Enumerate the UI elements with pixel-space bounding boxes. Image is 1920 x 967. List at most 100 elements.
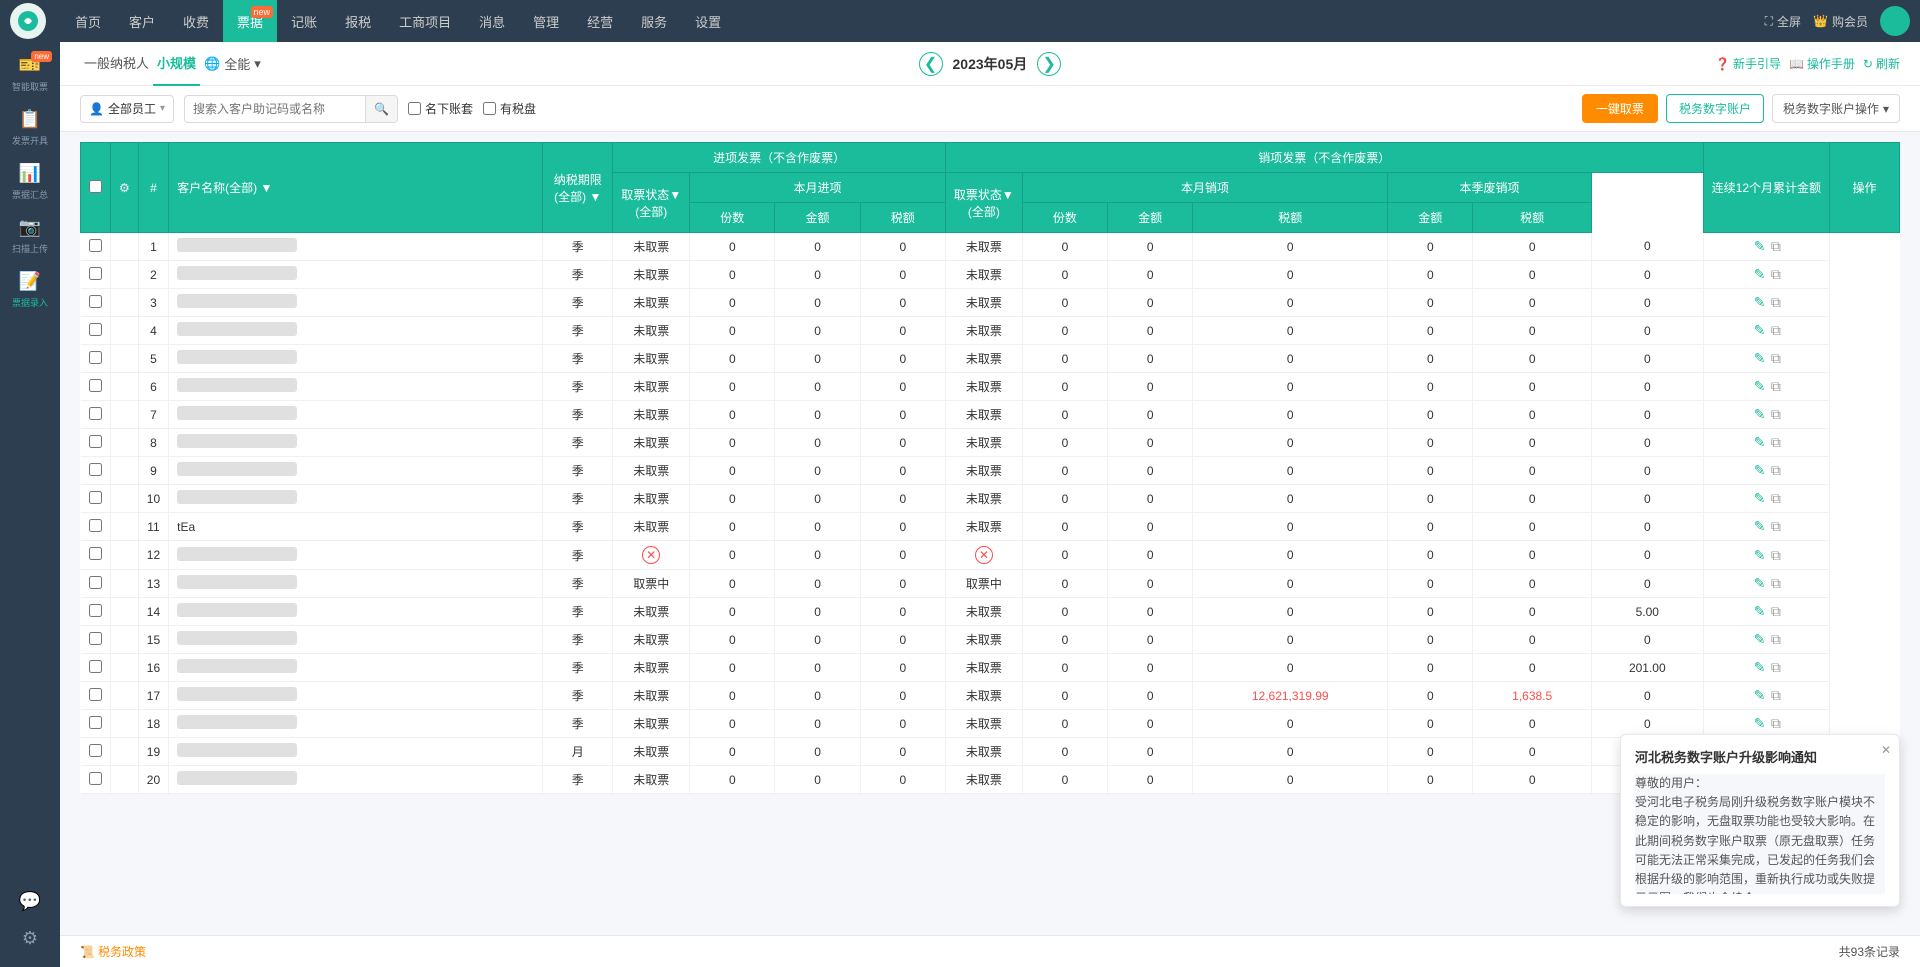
- copy-button[interactable]: ⧉: [1771, 715, 1781, 731]
- guide-button[interactable]: ❓ 新手引导: [1715, 55, 1781, 72]
- row-checkbox[interactable]: [89, 295, 102, 308]
- nav-customer[interactable]: 客户: [115, 0, 169, 42]
- refresh-button[interactable]: ↻ 刷新: [1863, 55, 1900, 72]
- copy-button[interactable]: ⧉: [1771, 518, 1781, 534]
- edit-button[interactable]: ✎: [1754, 350, 1766, 366]
- sidebar-item-invoice-open[interactable]: 📋 发票开具: [0, 101, 60, 155]
- edit-button[interactable]: ✎: [1754, 518, 1766, 534]
- row-checkbox[interactable]: [89, 379, 102, 392]
- row-checkbox[interactable]: [89, 688, 102, 701]
- sidebar-item-messages[interactable]: 💬: [19, 883, 41, 920]
- edit-button[interactable]: ✎: [1754, 294, 1766, 310]
- edit-button[interactable]: ✎: [1754, 238, 1766, 254]
- edit-button[interactable]: ✎: [1754, 547, 1766, 563]
- staff-select[interactable]: 👤 全部员工 ▾: [80, 95, 174, 123]
- user-avatar[interactable]: [1880, 6, 1910, 36]
- edit-button[interactable]: ✎: [1754, 406, 1766, 422]
- copy-button[interactable]: ⧉: [1771, 490, 1781, 506]
- copy-button[interactable]: ⧉: [1771, 631, 1781, 647]
- checkbox-has-taxpad[interactable]: 有税盘: [483, 100, 536, 117]
- edit-button[interactable]: ✎: [1754, 687, 1766, 703]
- edit-button[interactable]: ✎: [1754, 631, 1766, 647]
- notification-close-button[interactable]: ✕: [1881, 743, 1891, 757]
- edit-button[interactable]: ✎: [1754, 434, 1766, 450]
- nav-service[interactable]: 服务: [627, 0, 681, 42]
- tab-general-taxpayer[interactable]: 一般纳税人: [80, 42, 153, 86]
- sidebar-item-invoice-summary[interactable]: 📊 票据汇总: [0, 155, 60, 209]
- copy-button[interactable]: ⧉: [1771, 603, 1781, 619]
- copy-button[interactable]: ⧉: [1771, 238, 1781, 254]
- edit-button[interactable]: ✎: [1754, 378, 1766, 394]
- search-input[interactable]: [185, 102, 365, 116]
- nav-home[interactable]: 首页: [61, 0, 115, 42]
- copy-button[interactable]: ⧉: [1771, 378, 1781, 394]
- sidebar-item-scan-upload[interactable]: 📷 扫描上传: [0, 209, 60, 263]
- row-checkbox[interactable]: [89, 576, 102, 589]
- tab-small-scale[interactable]: 小规模: [153, 42, 200, 86]
- one-click-ticket-button[interactable]: 一键取票: [1582, 94, 1658, 123]
- nav-message[interactable]: 消息: [465, 0, 519, 42]
- th-period[interactable]: 纳税期限(全部) ▼: [543, 143, 613, 233]
- nav-settings[interactable]: 设置: [681, 0, 735, 42]
- row-checkbox[interactable]: [89, 267, 102, 280]
- row-checkbox[interactable]: [89, 519, 102, 532]
- sidebar-item-smart-ticket[interactable]: 🎫 智能取票 new: [0, 47, 60, 101]
- row-checkbox[interactable]: [89, 632, 102, 645]
- tax-policy-link[interactable]: 📜 税务政策: [80, 943, 146, 960]
- tab-all-capability[interactable]: 🌐 全能 ▾: [200, 54, 265, 73]
- edit-button[interactable]: ✎: [1754, 659, 1766, 675]
- manual-button[interactable]: 📖 操作手册: [1789, 55, 1855, 72]
- row-checkbox[interactable]: [89, 772, 102, 785]
- nav-accounting[interactable]: 记账: [277, 0, 331, 42]
- row-checkbox[interactable]: [89, 716, 102, 729]
- row-checkbox[interactable]: [89, 435, 102, 448]
- nav-fee[interactable]: 收费: [169, 0, 223, 42]
- checkbox-my-accounts-input[interactable]: [408, 102, 421, 115]
- edit-button[interactable]: ✎: [1754, 266, 1766, 282]
- copy-button[interactable]: ⧉: [1771, 687, 1781, 703]
- th-out-status[interactable]: 取票状态▼(全部): [945, 173, 1022, 233]
- copy-button[interactable]: ⧉: [1771, 575, 1781, 591]
- sidebar-item-invoice-entry[interactable]: 📝 票据录入: [0, 263, 60, 317]
- copy-button[interactable]: ⧉: [1771, 350, 1781, 366]
- copy-button[interactable]: ⧉: [1771, 659, 1781, 675]
- row-checkbox[interactable]: [89, 323, 102, 336]
- row-checkbox[interactable]: [89, 407, 102, 420]
- th-customer-name[interactable]: 客户名称(全部) ▼: [169, 143, 543, 233]
- nav-invoice[interactable]: 票据 new: [223, 0, 277, 42]
- nav-business[interactable]: 工商项目: [385, 0, 465, 42]
- nav-operation[interactable]: 经营: [573, 0, 627, 42]
- copy-button[interactable]: ⧉: [1771, 434, 1781, 450]
- copy-button[interactable]: ⧉: [1771, 266, 1781, 282]
- edit-button[interactable]: ✎: [1754, 462, 1766, 478]
- fullscreen-button[interactable]: ⛶ 全屏: [1765, 13, 1801, 30]
- row-checkbox[interactable]: [89, 491, 102, 504]
- row-checkbox[interactable]: [89, 547, 102, 560]
- tax-digital-account-ops-button[interactable]: 税务数字账户操作 ▾: [1772, 94, 1900, 123]
- copy-button[interactable]: ⧉: [1771, 462, 1781, 478]
- search-button[interactable]: 🔍: [365, 96, 397, 122]
- row-checkbox[interactable]: [89, 604, 102, 617]
- row-checkbox[interactable]: [89, 463, 102, 476]
- next-month-button[interactable]: ❯: [1037, 52, 1061, 76]
- edit-button[interactable]: ✎: [1754, 575, 1766, 591]
- copy-button[interactable]: ⧉: [1771, 406, 1781, 422]
- prev-month-button[interactable]: ❮: [919, 52, 943, 76]
- edit-button[interactable]: ✎: [1754, 603, 1766, 619]
- th-in-status[interactable]: 取票状态▼(全部): [613, 173, 690, 233]
- edit-button[interactable]: ✎: [1754, 490, 1766, 506]
- sidebar-item-config[interactable]: ⚙: [19, 920, 41, 957]
- copy-button[interactable]: ⧉: [1771, 547, 1781, 563]
- copy-button[interactable]: ⧉: [1771, 294, 1781, 310]
- membership-button[interactable]: 👑 购会员: [1813, 13, 1868, 30]
- copy-button[interactable]: ⧉: [1771, 322, 1781, 338]
- checkbox-my-accounts[interactable]: 名下账套: [408, 100, 473, 117]
- row-checkbox[interactable]: [89, 351, 102, 364]
- row-checkbox[interactable]: [89, 660, 102, 673]
- row-checkbox[interactable]: [89, 239, 102, 252]
- row-checkbox[interactable]: [89, 744, 102, 757]
- nav-management[interactable]: 管理: [519, 0, 573, 42]
- tax-digital-account-button[interactable]: 税务数字账户: [1666, 94, 1764, 123]
- select-all-checkbox[interactable]: [89, 180, 102, 193]
- nav-tax[interactable]: 报税: [331, 0, 385, 42]
